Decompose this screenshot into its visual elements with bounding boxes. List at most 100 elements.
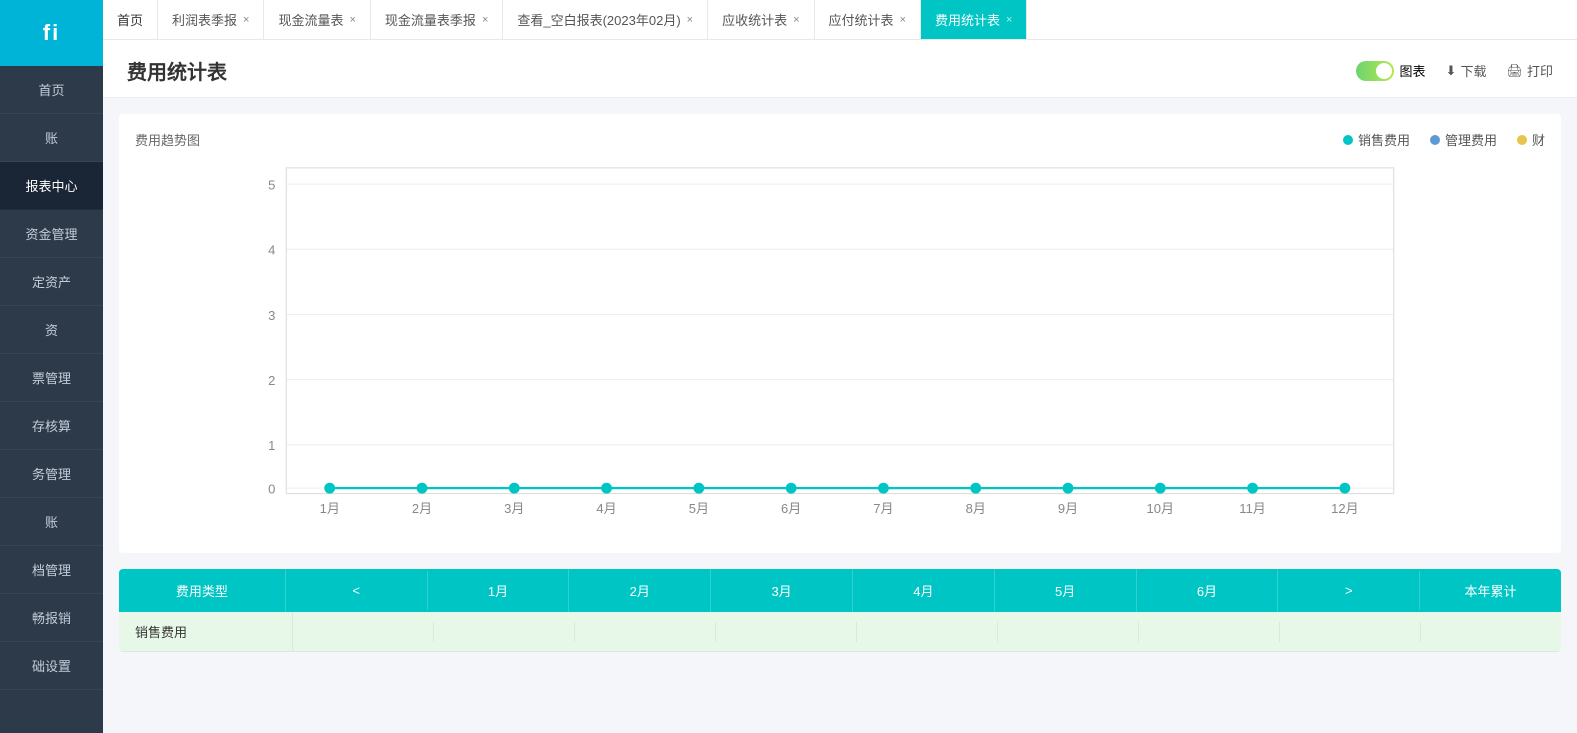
chart-toggle-wrap: 图表 [1356, 61, 1426, 81]
sidebar-item-service-mgmt[interactable]: 务管理 [0, 450, 103, 498]
content-area: 费用统计表 图表 ⬇ 下载 🖨 打印 费用趋势图 [103, 40, 1577, 733]
tab-close-blank-report[interactable]: × [687, 14, 693, 26]
th-month6: 6月 [1137, 569, 1279, 612]
legend-finance: 财 [1517, 130, 1545, 149]
svg-text:0: 0 [268, 482, 275, 497]
tab-blank-report[interactable]: 查看_空白报表(2023年02月) × [503, 0, 708, 39]
tab-close-expense-stats[interactable]: × [1006, 14, 1012, 26]
sidebar-item-ticket-mgmt[interactable]: 票管理 [0, 354, 103, 402]
td-m6 [1139, 622, 1280, 642]
th-month1: 1月 [428, 569, 570, 612]
legend-label-admin: 管理费用 [1445, 130, 1497, 149]
prev-arrow-icon[interactable]: < [352, 583, 360, 598]
td-spacer2 [1280, 622, 1421, 642]
table-row: 销售费用 [119, 612, 1561, 652]
tab-cashflow[interactable]: 现金流量表 × [264, 0, 370, 39]
sidebar-item-home[interactable]: 首页 [0, 66, 103, 114]
download-button[interactable]: ⬇ 下载 [1446, 61, 1487, 80]
svg-text:3月: 3月 [504, 501, 524, 516]
legend-label-finance: 财 [1532, 130, 1545, 149]
svg-text:5: 5 [268, 178, 275, 193]
th-month3: 3月 [711, 569, 853, 612]
sidebar-item-sub-account[interactable]: 账 [0, 498, 103, 546]
header-actions: 图表 ⬇ 下载 🖨 打印 [1356, 61, 1553, 81]
expense-table: 费用类型 < 1月 2月 3月 4月 5月 [119, 569, 1561, 652]
svg-text:6月: 6月 [781, 501, 801, 516]
th-month4: 4月 [853, 569, 995, 612]
svg-text:2月: 2月 [412, 501, 432, 516]
sidebar-item-fixed-assets[interactable]: 定资产 [0, 258, 103, 306]
svg-text:1月: 1月 [320, 501, 340, 516]
sidebar-item-fund-mgmt[interactable]: 资金管理 [0, 210, 103, 258]
legend-dot-sales [1343, 135, 1353, 145]
tab-profit-quarterly[interactable]: 利润表季报 × [158, 0, 264, 39]
th-yearly: 本年累计 [1420, 569, 1561, 612]
page-header: 费用统计表 图表 ⬇ 下载 🖨 打印 [103, 40, 1577, 98]
tab-close-cashflow[interactable]: × [349, 14, 355, 26]
table-body: 销售费用 [119, 612, 1561, 652]
svg-text:3: 3 [268, 308, 275, 323]
td-yearly [1421, 622, 1561, 642]
app-logo: fi [0, 0, 103, 66]
svg-text:8月: 8月 [966, 501, 986, 516]
th-nav-prev[interactable]: < [286, 571, 428, 610]
print-button[interactable]: 🖨 打印 [1506, 61, 1553, 80]
print-icon: 🖨 [1506, 63, 1523, 79]
tab-receivable[interactable]: 应收统计表 × [708, 0, 814, 39]
chart-toggle-label: 图表 [1400, 61, 1426, 80]
svg-text:11月: 11月 [1239, 501, 1266, 516]
tab-close-cashflow-quarterly[interactable]: × [482, 14, 488, 26]
sidebar-item-inventory[interactable]: 存核算 [0, 402, 103, 450]
td-m5 [998, 622, 1139, 642]
th-nav-next[interactable]: > [1278, 571, 1420, 610]
chart-toggle[interactable] [1356, 61, 1394, 81]
sidebar-item-investment[interactable]: 资 [0, 306, 103, 354]
svg-text:10月: 10月 [1147, 501, 1175, 516]
td-m3 [716, 622, 857, 642]
tab-home[interactable]: 首页 [103, 0, 158, 39]
sidebar-item-account[interactable]: 账 [0, 114, 103, 162]
legend-label-sales: 销售费用 [1358, 130, 1410, 149]
chart-svg: 5 4 3 2 1 0 1月 2月 [135, 157, 1545, 537]
th-type: 费用类型 [119, 569, 286, 612]
svg-text:2: 2 [268, 373, 275, 388]
svg-text:1: 1 [268, 438, 275, 453]
chart-area: 费用趋势图 销售费用 管理费用 财 [119, 114, 1561, 553]
sidebar-item-basic-settings[interactable]: 础设置 [0, 642, 103, 690]
td-type: 销售费用 [119, 612, 293, 651]
next-arrow-icon[interactable]: > [1345, 583, 1353, 598]
svg-text:5月: 5月 [689, 501, 709, 516]
sidebar: fi 首页 账 报表中心 资金管理 定资产 资 票管理 存核算 务管理 账 档管… [0, 0, 103, 733]
tab-expense-stats[interactable]: 费用统计表 × [921, 0, 1027, 39]
legend-dot-admin [1430, 135, 1440, 145]
td-spacer [293, 622, 434, 642]
tab-payable[interactable]: 应付统计表 × [815, 0, 921, 39]
table-header: 费用类型 < 1月 2月 3月 4月 5月 [119, 569, 1561, 612]
tab-close-payable[interactable]: × [900, 14, 906, 26]
tabs-bar: 首页 利润表季报 × 现金流量表 × 现金流量表季报 × 查看_空白报表(202… [103, 0, 1577, 40]
td-m4 [857, 622, 998, 642]
main-area: 首页 利润表季报 × 现金流量表 × 现金流量表季报 × 查看_空白报表(202… [103, 0, 1577, 733]
tab-close-profit-quarterly[interactable]: × [243, 14, 249, 26]
svg-text:4: 4 [268, 243, 275, 258]
tab-cashflow-quarterly[interactable]: 现金流量表季报 × [371, 0, 503, 39]
chart-legend: 销售费用 管理费用 财 [1343, 130, 1545, 149]
tab-close-receivable[interactable]: × [793, 14, 799, 26]
svg-text:9月: 9月 [1058, 501, 1078, 516]
chart-title: 费用趋势图 [135, 130, 200, 149]
sidebar-item-expense-report[interactable]: 畅报销 [0, 594, 103, 642]
td-m1 [434, 622, 575, 642]
th-month5: 5月 [995, 569, 1137, 612]
sidebar-item-report-center[interactable]: 报表中心 [0, 162, 103, 210]
legend-admin: 管理费用 [1430, 130, 1497, 149]
page-title: 费用统计表 [127, 56, 227, 85]
sidebar-item-archive-mgmt[interactable]: 档管理 [0, 546, 103, 594]
svg-text:4月: 4月 [596, 501, 616, 516]
legend-sales: 销售费用 [1343, 130, 1410, 149]
chart-svg-container: 5 4 3 2 1 0 1月 2月 [135, 157, 1545, 537]
svg-text:12月: 12月 [1331, 501, 1359, 516]
th-month2: 2月 [569, 569, 711, 612]
legend-dot-finance [1517, 135, 1527, 145]
chart-header: 费用趋势图 销售费用 管理费用 财 [135, 130, 1545, 149]
svg-text:7月: 7月 [873, 501, 893, 516]
